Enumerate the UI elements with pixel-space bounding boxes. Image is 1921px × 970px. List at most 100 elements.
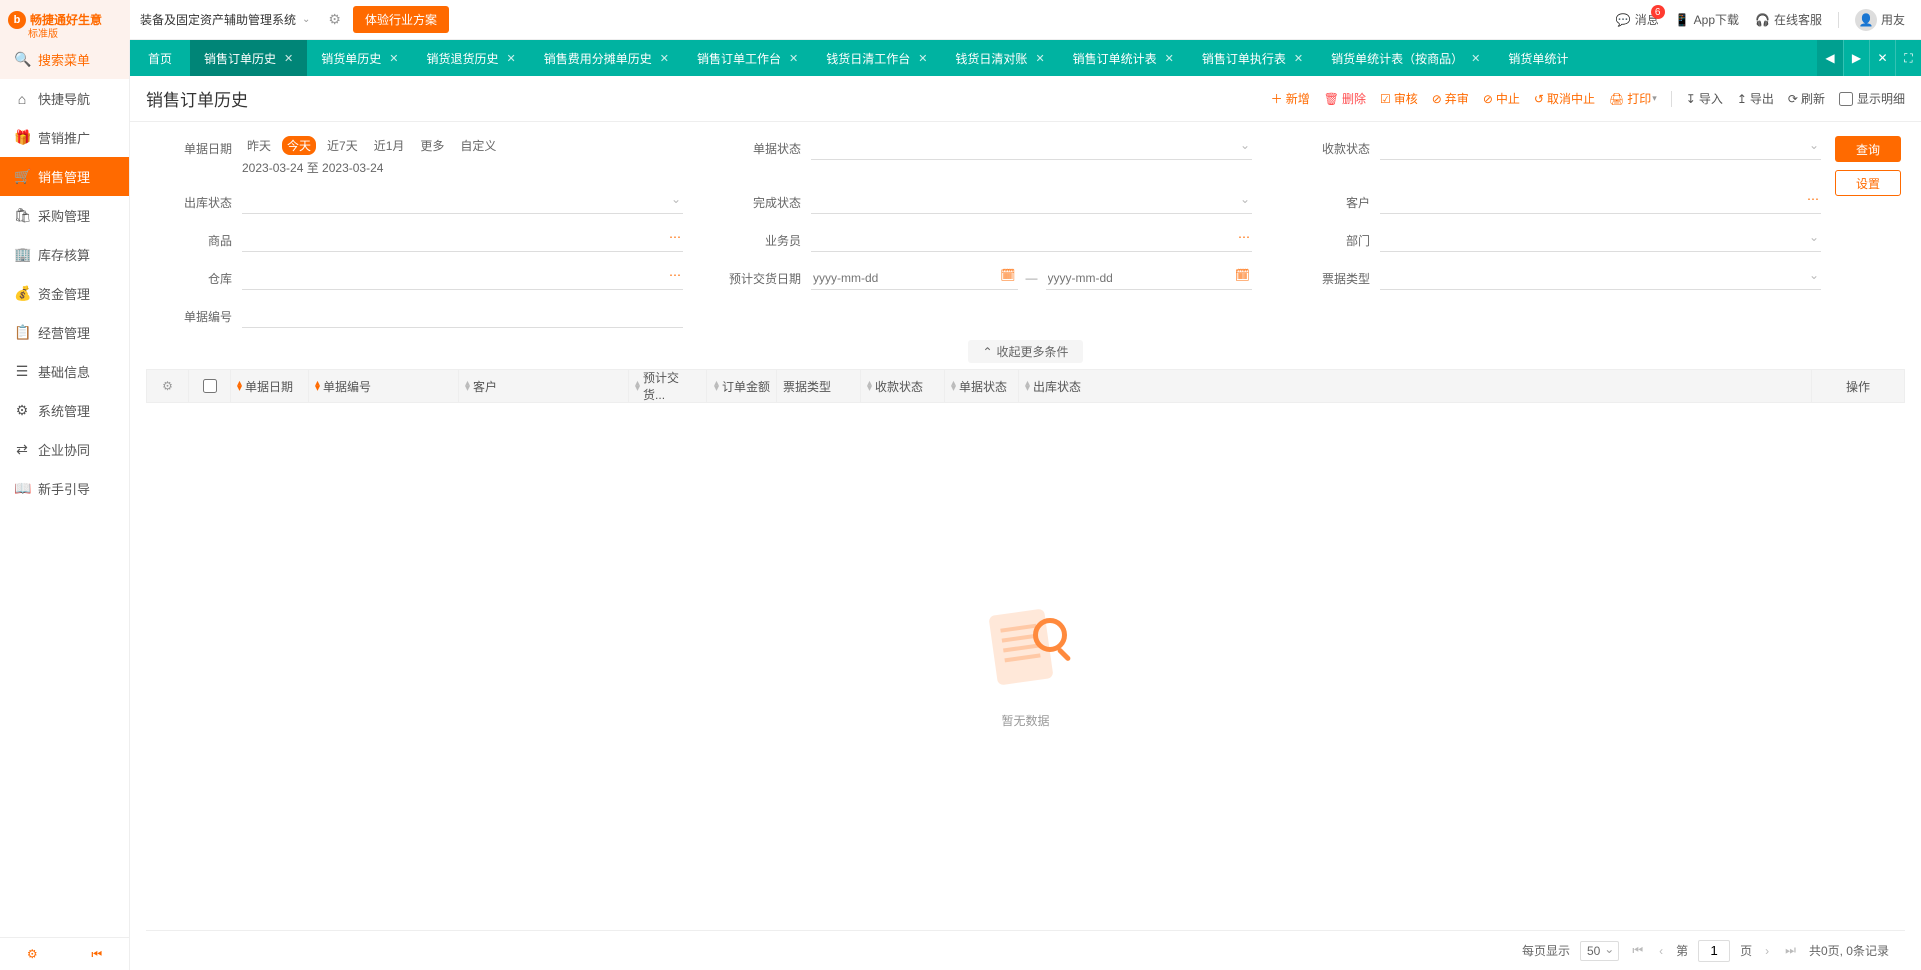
pager-first[interactable]: ⏮ xyxy=(1629,943,1646,958)
tab-home[interactable]: 首页 xyxy=(130,40,190,76)
deliv-to-input[interactable] xyxy=(1046,266,1253,290)
app-download-button[interactable]: 📱 App下载 xyxy=(1675,11,1739,28)
pager-last[interactable]: ⏭ xyxy=(1782,943,1799,958)
calendar-icon[interactable]: 🗓 xyxy=(1235,268,1250,282)
chevron-down-icon[interactable]: ⌄ xyxy=(1240,138,1250,152)
action-import[interactable]: ↧导入 xyxy=(1686,90,1723,107)
th-checkbox[interactable] xyxy=(189,370,231,402)
pager-next[interactable]: › xyxy=(1762,944,1772,958)
sidebar-item-system[interactable]: ⚙系统管理 xyxy=(0,391,129,430)
close-icon[interactable]: ✕ xyxy=(284,52,293,65)
action-delete[interactable]: 🗑删除 xyxy=(1324,90,1366,107)
chevron-down-icon[interactable]: ⌄ xyxy=(1809,268,1819,282)
tabs-fullscreen[interactable]: ⛶ xyxy=(1895,40,1921,76)
close-icon[interactable]: ✕ xyxy=(389,52,398,65)
action-audit[interactable]: ☑审核 xyxy=(1380,90,1418,107)
sidebar-collapse-button[interactable]: ⏮ xyxy=(65,938,130,970)
sidebar-item-guide[interactable]: 📖新手引导 xyxy=(0,469,129,508)
tab-sales-order-exec[interactable]: 销售订单执行表✕ xyxy=(1188,40,1317,76)
th-date[interactable]: ▴▾单据日期 xyxy=(231,370,309,402)
goods-picker[interactable] xyxy=(242,228,683,252)
action-add[interactable]: ＋新增 xyxy=(1271,90,1310,107)
sidebar-item-purchase[interactable]: 🛍采购管理 xyxy=(0,196,129,235)
action-print[interactable]: 🖨打印▾ xyxy=(1609,90,1657,107)
action-unstop[interactable]: ↺取消中止 xyxy=(1534,90,1595,107)
action-detail-toggle[interactable]: 显示明细 xyxy=(1839,90,1905,107)
page-input[interactable] xyxy=(1698,940,1730,962)
date-tab-custom[interactable]: 自定义 xyxy=(455,136,501,155)
tab-sales-order-stats[interactable]: 销售订单统计表✕ xyxy=(1059,40,1188,76)
action-stop[interactable]: ⊘中止 xyxy=(1483,90,1520,107)
calendar-icon[interactable]: 🗓 xyxy=(1000,268,1015,282)
th-tickettype[interactable]: 票据类型 xyxy=(777,370,861,402)
tabs-scroll-right[interactable]: ▶ xyxy=(1843,40,1869,76)
th-amount[interactable]: ▴▾订单金额 xyxy=(707,370,777,402)
tab-sales-history[interactable]: 销货单历史✕ xyxy=(307,40,412,76)
close-icon[interactable]: ✕ xyxy=(1165,52,1174,65)
close-icon[interactable]: ✕ xyxy=(1294,52,1303,65)
tabs-scroll-left[interactable]: ◀ xyxy=(1817,40,1843,76)
system-selector[interactable]: 装备及固定资产辅助管理系统 ⌄ xyxy=(140,11,310,28)
date-tab-today[interactable]: 今天 xyxy=(282,136,316,155)
chevron-down-icon[interactable]: ⌄ xyxy=(1240,192,1250,206)
sidebar-item-marketing[interactable]: 🎁营销推广 xyxy=(0,118,129,157)
date-tab-more[interactable]: 更多 xyxy=(415,136,449,155)
sidebar-search[interactable]: 🔍 搜索菜单 xyxy=(0,40,129,79)
salesman-picker[interactable] xyxy=(811,228,1252,252)
th-docstatus[interactable]: ▴▾单据状态 xyxy=(945,370,1019,402)
th-outstatus[interactable]: ▴▾出库状态 xyxy=(1019,370,1812,402)
th-delivery[interactable]: ▴▾预计交货... xyxy=(629,370,707,402)
ellipsis-icon[interactable]: ⋯ xyxy=(669,230,681,244)
date-tab-1month[interactable]: 近1月 xyxy=(369,136,410,155)
close-icon[interactable]: ✕ xyxy=(1035,52,1044,65)
action-abandon[interactable]: ⊘弃审 xyxy=(1432,90,1469,107)
tab-sales-return-history[interactable]: 销货退货历史✕ xyxy=(412,40,529,76)
sidebar-item-quicknav[interactable]: ⌂快捷导航 xyxy=(0,79,129,118)
collapse-filters-button[interactable]: ⌃收起更多条件 xyxy=(968,340,1082,363)
docno-input[interactable] xyxy=(242,304,683,328)
settings-button[interactable]: 设置 xyxy=(1835,170,1901,196)
pager-prev[interactable]: ‹ xyxy=(1656,944,1666,958)
action-refresh[interactable]: ⟳刷新 xyxy=(1788,90,1825,107)
recv-select[interactable] xyxy=(1380,136,1821,160)
close-icon[interactable]: ✕ xyxy=(789,52,798,65)
sidebar-settings-button[interactable]: ⚙ xyxy=(0,938,65,970)
th-customer[interactable]: ▴▾客户 xyxy=(459,370,629,402)
tab-sales-order-history[interactable]: 销售订单历史✕ xyxy=(190,40,307,76)
warehouse-picker[interactable] xyxy=(242,266,683,290)
ellipsis-icon[interactable]: ⋯ xyxy=(1807,192,1819,206)
detail-checkbox[interactable] xyxy=(1839,92,1853,106)
tab-sales-cost-history[interactable]: 销售费用分摊单历史✕ xyxy=(530,40,683,76)
deliv-from-input[interactable] xyxy=(811,266,1018,290)
customer-picker[interactable] xyxy=(1380,190,1821,214)
th-recvstatus[interactable]: ▴▾收款状态 xyxy=(861,370,945,402)
user-menu[interactable]: 👤 用友 xyxy=(1855,9,1905,31)
sidebar-item-sales[interactable]: 🛒销售管理 xyxy=(0,157,129,196)
online-service-button[interactable]: 🎧 在线客服 xyxy=(1755,11,1822,28)
settings-gear-icon[interactable]: ⚙ xyxy=(328,11,341,28)
close-icon[interactable]: ✕ xyxy=(1471,52,1480,65)
tab-daily-clear-workbench[interactable]: 钱货日清工作台✕ xyxy=(812,40,941,76)
tabs-close-all[interactable]: ✕ xyxy=(1869,40,1895,76)
status-select[interactable] xyxy=(811,136,1252,160)
logo[interactable]: b 畅捷通好生意 标准版 xyxy=(0,0,130,40)
sidebar-item-collab[interactable]: ⇄企业协同 xyxy=(0,430,129,469)
close-icon[interactable]: ✕ xyxy=(507,52,516,65)
chevron-down-icon[interactable]: ⌄ xyxy=(671,192,681,206)
action-export[interactable]: ↥导出 xyxy=(1737,90,1774,107)
experience-button[interactable]: 体验行业方案 xyxy=(353,6,449,33)
sidebar-item-inventory[interactable]: 🏢库存核算 xyxy=(0,235,129,274)
sidebar-item-business[interactable]: 📋经营管理 xyxy=(0,313,129,352)
out-select[interactable] xyxy=(242,190,683,214)
tab-sales-stats-goods[interactable]: 销货单统计表（按商品）✕ xyxy=(1317,40,1494,76)
close-icon[interactable]: ✕ xyxy=(918,52,927,65)
ticket-select[interactable] xyxy=(1380,266,1821,290)
select-all-checkbox[interactable] xyxy=(203,379,217,393)
date-tab-7days[interactable]: 近7天 xyxy=(322,136,363,155)
sidebar-item-base[interactable]: ☰基础信息 xyxy=(0,352,129,391)
date-tab-yesterday[interactable]: 昨天 xyxy=(242,136,276,155)
close-icon[interactable]: ✕ xyxy=(660,52,669,65)
done-select[interactable] xyxy=(811,190,1252,214)
tab-sales-order-workbench[interactable]: 销售订单工作台✕ xyxy=(683,40,812,76)
ellipsis-icon[interactable]: ⋯ xyxy=(1238,230,1250,244)
